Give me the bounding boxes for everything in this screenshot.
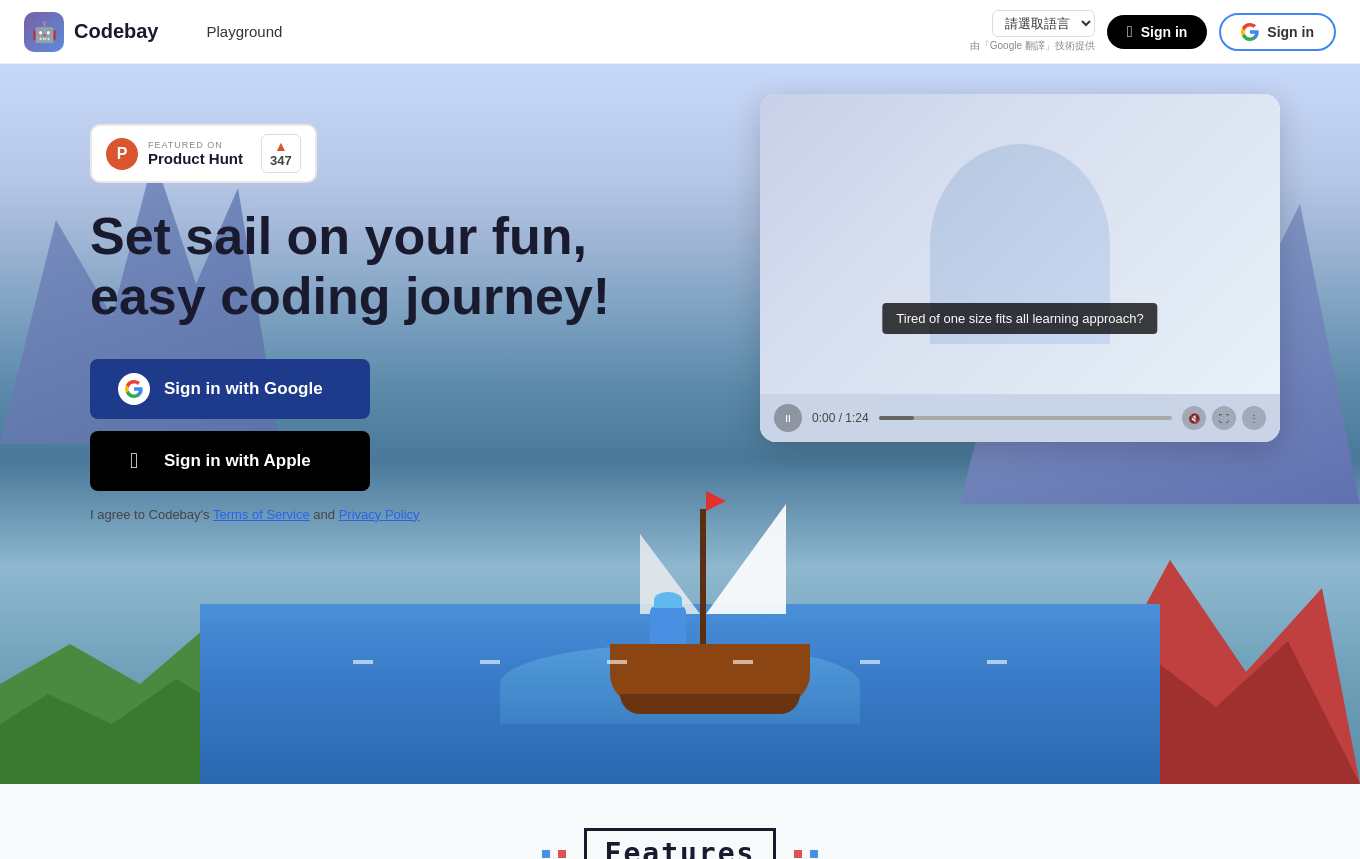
ph-arrow-icon: ▲ — [274, 139, 288, 153]
pixel-dash — [860, 660, 880, 664]
google-g-icon-navbar — [1241, 23, 1259, 41]
video-mute-button[interactable]: 🔇 — [1182, 406, 1206, 430]
logo-text: Codebay — [74, 20, 158, 43]
apple-signin-label: Sign in with Apple — [164, 451, 311, 471]
hero-content: P FEATURED ON Product Hunt ▲ 347 Set sai… — [90, 124, 670, 522]
language-selector-wrap: 請選取語言 由「Google 翻譯」技術提供 — [970, 10, 1095, 53]
pixel-dash — [733, 660, 753, 664]
apple-icon-wrap:  — [118, 445, 150, 477]
navbar-apple-signin-label: Sign in — [1141, 24, 1188, 40]
more-icon: ⋮ — [1249, 413, 1259, 424]
ph-votes: ▲ 347 — [261, 134, 301, 173]
nav-link-playground[interactable]: Playground — [206, 23, 282, 40]
privacy-policy-link[interactable]: Privacy Policy — [339, 507, 420, 522]
video-progress-fill — [879, 416, 914, 420]
navbar-google-signin-label: Sign in — [1267, 24, 1314, 40]
boat-character — [650, 606, 686, 646]
pixel-boat — [590, 504, 830, 704]
video-caption: Tired of one size fits all learning appr… — [882, 303, 1157, 334]
hero-headline-line2: easy coding journey! — [90, 267, 610, 325]
boat-sail-main — [706, 504, 786, 614]
pixel-dash — [353, 660, 373, 664]
video-card: Tired of one size fits all learning appr… — [760, 94, 1280, 442]
navbar: 🤖 Codebay Playground 請選取語言 由「Google 翻譯」技… — [0, 0, 1360, 64]
video-controls-right: 🔇 ⛶ ⋮ — [1182, 406, 1266, 430]
hero-headline: Set sail on your fun, easy coding journe… — [90, 207, 670, 327]
video-thumbnail: Tired of one size fits all learning appr… — [760, 94, 1280, 394]
hero-section: P FEATURED ON Product Hunt ▲ 347 Set sai… — [0, 64, 1360, 784]
features-dots-right — [792, 850, 820, 858]
google-signin-button[interactable]: Sign in with Google — [90, 359, 370, 419]
logo-icon: 🤖 — [24, 12, 64, 52]
navbar-google-signin-button[interactable]: Sign in — [1219, 13, 1336, 51]
video-controls: ⏸ 0:00 / 1:24 🔇 ⛶ ⋮ — [760, 394, 1280, 442]
features-label: Features — [584, 828, 777, 859]
apple-logo-icon:  — [1127, 23, 1133, 41]
terms-and: and — [310, 507, 339, 522]
navbar-right: 請選取語言 由「Google 翻譯」技術提供  Sign in Sign in — [970, 10, 1336, 53]
logo-link[interactable]: 🤖 Codebay — [24, 12, 158, 52]
pixel-dash — [607, 660, 627, 664]
google-icon-wrap — [118, 373, 150, 405]
features-area: Features — [540, 828, 821, 859]
terms-of-service-link[interactable]: Terms of Service — [213, 507, 310, 522]
terms-prefix: I agree to Codebay's — [90, 507, 213, 522]
google-g-icon — [125, 380, 143, 398]
features-dots-left — [540, 850, 568, 858]
dot-decoration — [558, 850, 566, 858]
product-hunt-info: FEATURED ON Product Hunt — [148, 140, 243, 167]
fullscreen-icon: ⛶ — [1219, 413, 1229, 424]
video-progress-bar[interactable] — [879, 416, 1172, 420]
video-fullscreen-button[interactable]: ⛶ — [1212, 406, 1236, 430]
pixel-dash — [987, 660, 1007, 664]
google-signin-label: Sign in with Google — [164, 379, 323, 399]
ph-vote-count: 347 — [270, 153, 292, 168]
mute-icon: 🔇 — [1188, 413, 1200, 424]
hero-headline-line1: Set sail on your fun, — [90, 207, 587, 265]
video-more-button[interactable]: ⋮ — [1242, 406, 1266, 430]
video-pause-button[interactable]: ⏸ — [774, 404, 802, 432]
apple-signin-button[interactable]:  Sign in with Apple — [90, 431, 370, 491]
pixel-dash — [480, 660, 500, 664]
language-select[interactable]: 請選取語言 — [992, 10, 1095, 37]
navbar-apple-signin-button[interactable]:  Sign in — [1107, 15, 1208, 49]
terms-agreement-text: I agree to Codebay's Terms of Service an… — [90, 507, 670, 522]
dot-decoration — [794, 850, 802, 858]
apple-logo-icon:  — [130, 448, 138, 474]
video-time-display: 0:00 / 1:24 — [812, 411, 869, 425]
boat-hull — [610, 644, 810, 704]
pixel-dashes — [300, 660, 1060, 664]
pause-icon: ⏸ — [783, 413, 793, 424]
product-hunt-badge[interactable]: P FEATURED ON Product Hunt ▲ 347 — [90, 124, 317, 183]
dot-decoration — [542, 850, 550, 858]
lang-note: 由「Google 翻譯」技術提供 — [970, 39, 1095, 53]
product-hunt-logo: P — [106, 138, 138, 170]
nav-links: Playground — [206, 23, 282, 40]
ph-name-label: Product Hunt — [148, 150, 243, 167]
bottom-section: Features — [0, 784, 1360, 859]
dot-decoration — [810, 850, 818, 858]
ph-featured-on-label: FEATURED ON — [148, 140, 243, 150]
